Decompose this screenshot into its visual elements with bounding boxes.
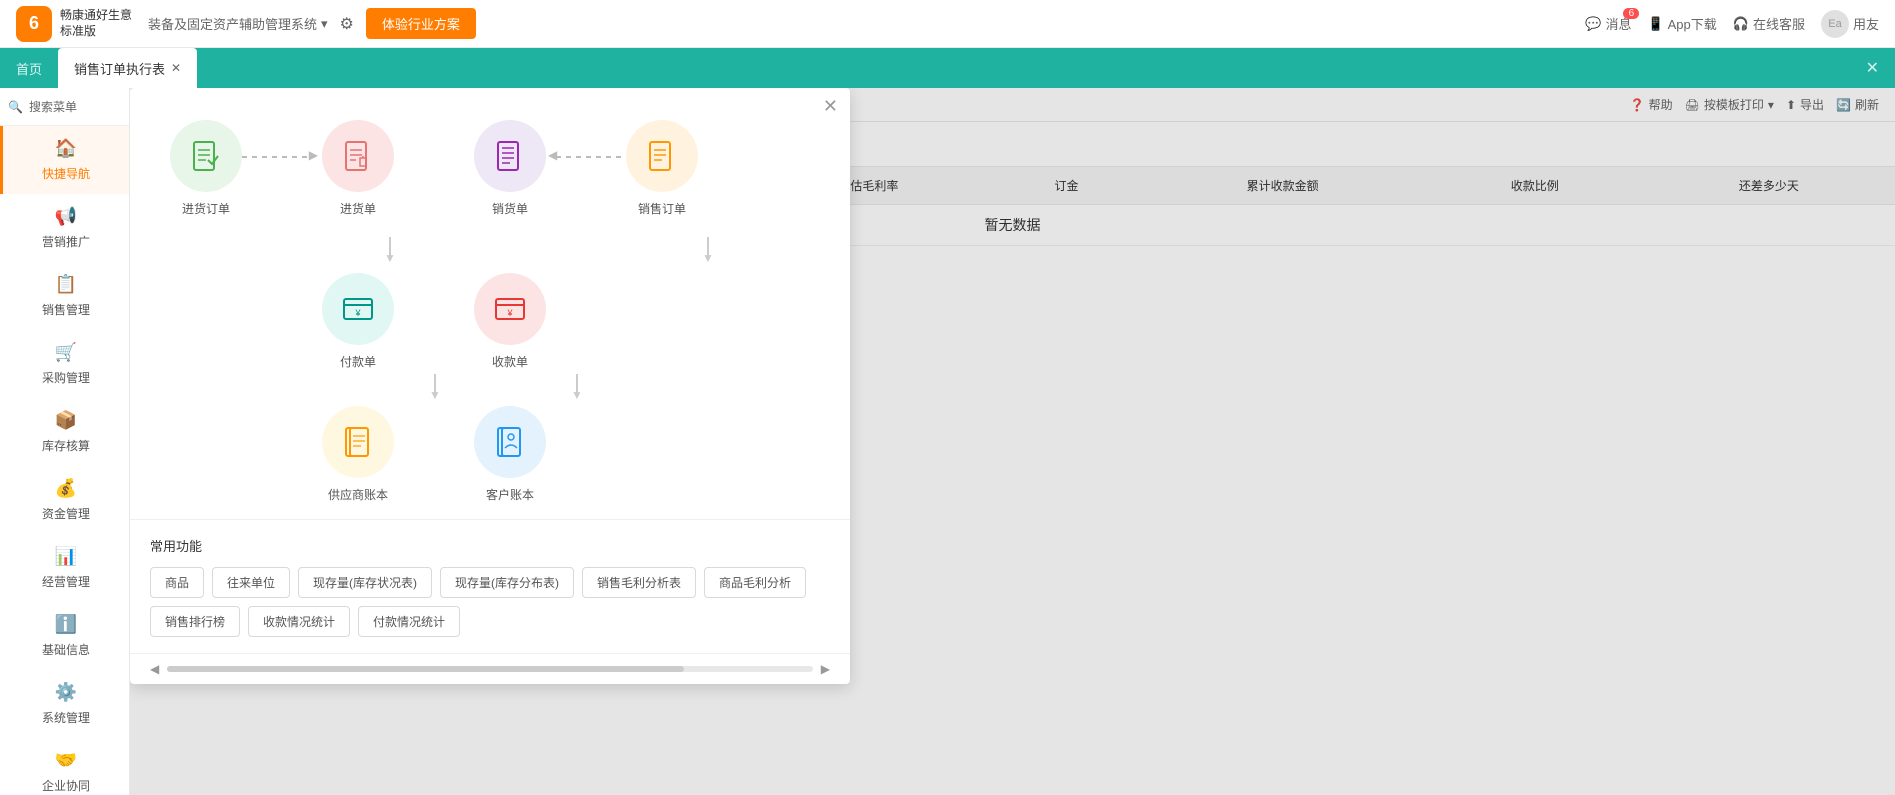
cf-buttons-row2: 销售排行榜 收款情况统计 付款情况统计 xyxy=(150,606,830,637)
logo-area: 6 畅康通好生意 标准版 xyxy=(16,6,136,42)
modal-close-button[interactable]: ✕ xyxy=(823,96,838,117)
modal-overlay: ✕ xyxy=(130,88,1895,795)
svg-text:¥: ¥ xyxy=(506,308,513,318)
cf-btn-stock-dist[interactable]: 现存量(库存分布表) xyxy=(440,567,574,598)
header-left: 6 畅康通好生意 标准版 装备及固定资产辅助管理系统 ▾ ⚙ 体验行业方案 xyxy=(16,6,476,42)
tab-bar: 首页 销售订单执行表 ✕ ✕ xyxy=(0,48,1895,88)
svg-text:¥: ¥ xyxy=(354,308,361,318)
app-download-action[interactable]: 📱 App下载 xyxy=(1647,14,1716,33)
sale-order-circle xyxy=(626,120,698,192)
flow-node-customer-account[interactable]: 客户账本 xyxy=(474,406,546,503)
home-icon: 🏠 xyxy=(55,138,77,159)
trial-button[interactable]: 体验行业方案 xyxy=(366,8,476,39)
sales-icon: 📋 xyxy=(55,274,77,295)
cf-btn-partner[interactable]: 往来单位 xyxy=(212,567,290,598)
flow-node-purchase-bill[interactable]: 进货单 xyxy=(322,120,394,217)
cf-btn-product[interactable]: 商品 xyxy=(150,567,204,598)
collab-icon: 🤝 xyxy=(55,750,77,771)
sidebar-item-finance[interactable]: 💰 资金管理 xyxy=(0,466,129,534)
flow-area: 进货订单 ▶ xyxy=(130,88,850,237)
logo-icon: 6 xyxy=(16,6,52,42)
cf-btn-sales-margin[interactable]: 销售毛利分析表 xyxy=(582,567,696,598)
receipt-circle: ¥ xyxy=(474,273,546,345)
finance-icon: 💰 xyxy=(55,478,77,499)
sidebar-item-marketing[interactable]: 📢 营销推广 xyxy=(0,194,129,262)
sidebar-item-system[interactable]: ⚙️ 系统管理 xyxy=(0,670,129,738)
flow-node-sale-order[interactable]: 销售订单 xyxy=(626,120,698,217)
basicinfo-icon: ℹ️ xyxy=(55,614,77,635)
chevron-down-icon: ▾ xyxy=(321,16,328,32)
cf-btn-stock-status[interactable]: 现存量(库存状况表) xyxy=(298,567,432,598)
sale-bill-circle xyxy=(474,120,546,192)
sidebar-item-operations[interactable]: 📊 经营管理 xyxy=(0,534,129,602)
payment-circle: ¥ xyxy=(322,273,394,345)
top-header: 6 畅康通好生意 标准版 装备及固定资产辅助管理系统 ▾ ⚙ 体验行业方案 💬 … xyxy=(0,0,1895,48)
main-area: 🔍 搜索菜单 🏠 快捷导航 📢 营销推广 📋 销售管理 🛒 采购管理 📦 xyxy=(0,88,1895,795)
flow-node-supplier-account[interactable]: 供应商账本 xyxy=(322,406,394,503)
settings-icon[interactable]: ⚙ xyxy=(340,14,354,34)
cf-btn-payment-stats[interactable]: 付款情况统计 xyxy=(358,606,460,637)
flow-node-receipt[interactable]: ¥ 收款单 xyxy=(474,273,546,370)
cf-buttons-row1: 商品 往来单位 现存量(库存状况表) 现存量(库存分布表) 销售毛利分析表 商品… xyxy=(150,567,830,598)
scroll-right-arrow[interactable]: ▶ xyxy=(821,662,830,676)
tab-home[interactable]: 首页 xyxy=(0,48,58,88)
marketing-icon: 📢 xyxy=(55,206,77,227)
logo-text: 畅康通好生意 标准版 xyxy=(60,8,132,39)
header-right: 💬 消息 6 📱 App下载 🎧 在线客服 Ea 用友 xyxy=(1585,10,1879,38)
sidebar-item-purchase[interactable]: 🛒 采购管理 xyxy=(0,330,129,398)
message-badge: 6 xyxy=(1623,8,1639,19)
search-icon: 🔍 xyxy=(8,100,23,114)
sidebar-item-quicknav[interactable]: 🏠 快捷导航 xyxy=(0,126,129,194)
inventory-icon: 📦 xyxy=(55,410,77,431)
operations-icon: 📊 xyxy=(55,546,77,567)
sidebar: 🔍 搜索菜单 🏠 快捷导航 📢 营销推广 📋 销售管理 🛒 采购管理 📦 xyxy=(0,88,130,795)
system-icon: ⚙️ xyxy=(55,682,77,703)
cf-btn-receipt-stats[interactable]: 收款情况统计 xyxy=(248,606,350,637)
sidebar-item-basicinfo[interactable]: ℹ️ 基础信息 xyxy=(0,602,129,670)
common-functions-title: 常用功能 xyxy=(150,536,830,555)
modal-scrollbar[interactable]: ◀ ▶ xyxy=(130,653,850,684)
scroll-track xyxy=(167,666,813,672)
message-icon: 💬 xyxy=(1585,16,1601,32)
online-service-action[interactable]: 🎧 在线客服 xyxy=(1733,14,1805,33)
scroll-left-arrow[interactable]: ◀ xyxy=(150,662,159,676)
cf-btn-sales-rank[interactable]: 销售排行榜 xyxy=(150,606,240,637)
scroll-thumb[interactable] xyxy=(167,666,683,672)
avatar: Ea xyxy=(1821,10,1849,38)
purchase-order-circle xyxy=(170,120,242,192)
user-action[interactable]: Ea 用友 xyxy=(1821,10,1879,38)
sidebar-search[interactable]: 🔍 搜索菜单 xyxy=(0,88,129,126)
flow-node-purchase-order[interactable]: 进货订单 xyxy=(170,120,242,217)
common-functions: 常用功能 商品 往来单位 现存量(库存状况表) 现存量(库存分布表) 销售毛利分… xyxy=(130,519,850,653)
purchase-icon: 🛒 xyxy=(55,342,77,363)
sidebar-item-collab[interactable]: 🤝 企业协同 xyxy=(0,738,129,795)
system-title-dropdown[interactable]: 装备及固定资产辅助管理系统 ▾ xyxy=(148,14,328,33)
download-icon: 📱 xyxy=(1647,16,1663,32)
content-area: ❓ 帮助 🖨 按模板打印 ▾ ⬆ 导出 🔄 刷新 xyxy=(130,88,1895,795)
sidebar-item-sales[interactable]: 📋 销售管理 xyxy=(0,262,129,330)
message-action[interactable]: 💬 消息 6 xyxy=(1585,14,1631,33)
customer-account-circle xyxy=(474,406,546,478)
sidebar-item-inventory[interactable]: 📦 库存核算 xyxy=(0,398,129,466)
flow-node-payment[interactable]: ¥ 付款单 xyxy=(322,273,394,370)
close-all-tabs-icon[interactable]: ✕ xyxy=(1866,58,1895,78)
flow-node-sale-bill[interactable]: 销货单 xyxy=(474,120,546,217)
modal-box: ✕ xyxy=(130,88,850,684)
purchase-bill-circle xyxy=(322,120,394,192)
service-icon: 🎧 xyxy=(1733,16,1749,32)
cf-btn-product-margin[interactable]: 商品毛利分析 xyxy=(704,567,806,598)
supplier-account-circle xyxy=(322,406,394,478)
tab-sales-order[interactable]: 销售订单执行表 ✕ xyxy=(58,48,197,88)
tab-close-icon[interactable]: ✕ xyxy=(171,61,181,75)
